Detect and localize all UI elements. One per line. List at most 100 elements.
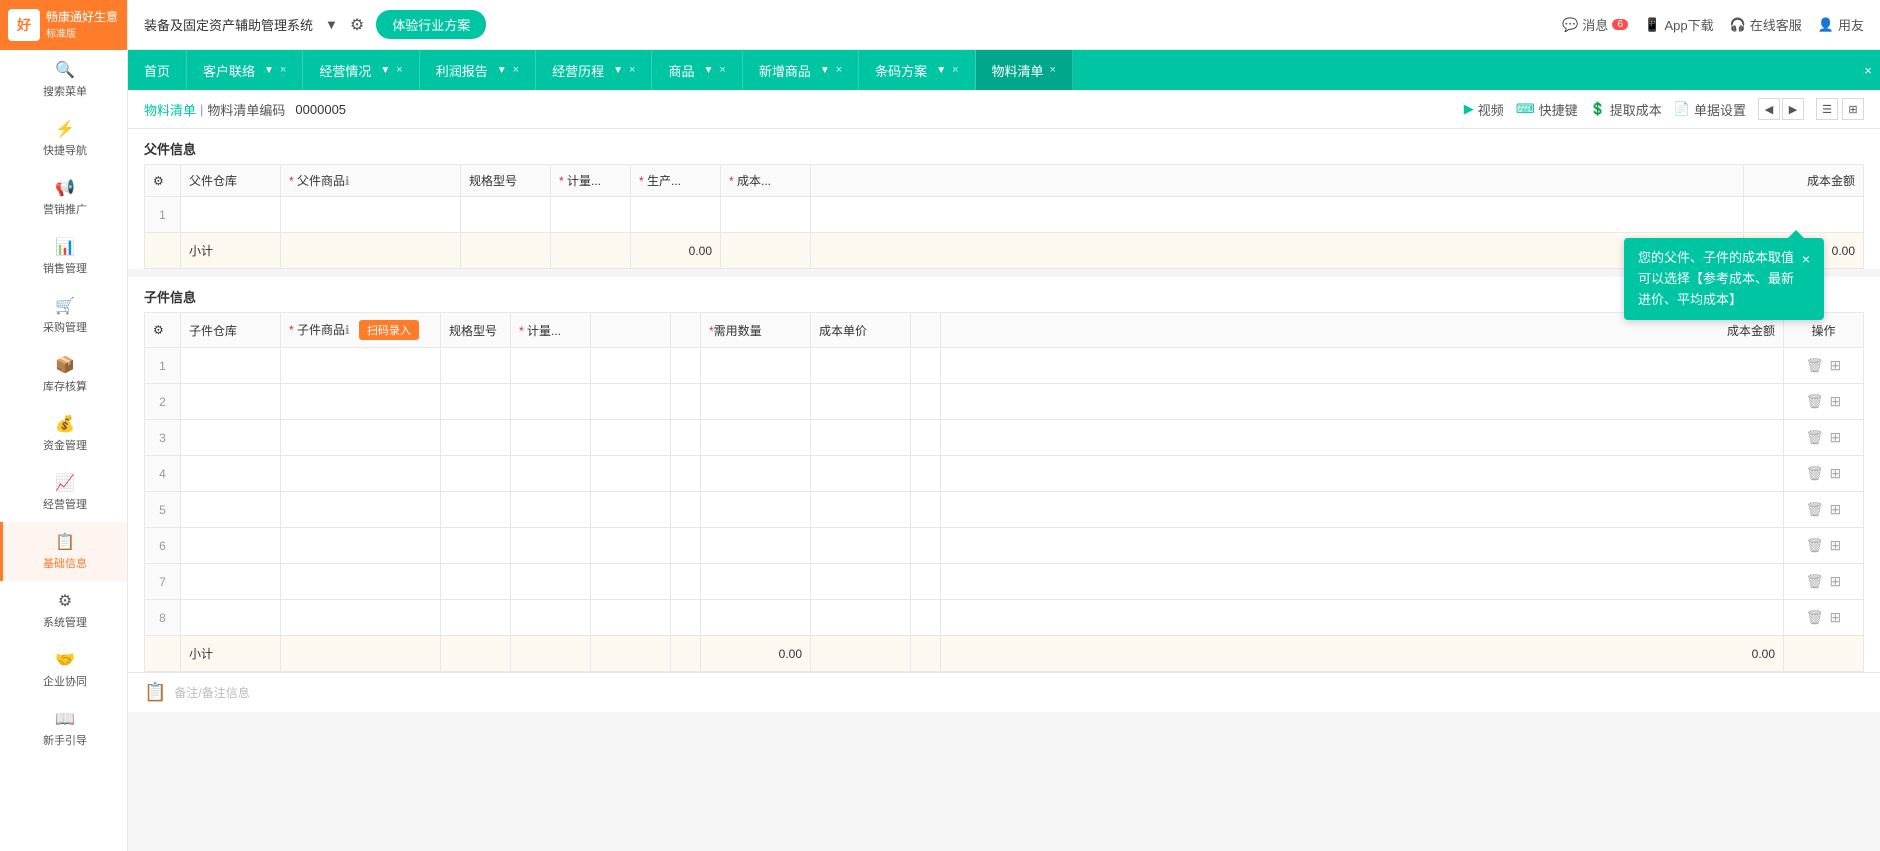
child-qty-cell-3[interactable]	[701, 420, 811, 456]
child-amount-cell-2[interactable]	[941, 384, 1784, 420]
user-action[interactable]: 👤 用友	[1818, 15, 1864, 34]
child-qty-cell-4[interactable]	[701, 456, 811, 492]
grid-view-btn[interactable]: ⊞	[1842, 98, 1864, 120]
child-unit-cell-2[interactable]	[511, 384, 591, 420]
action-shortcut[interactable]: ⌨ 快捷键	[1516, 100, 1578, 119]
tab-history-close[interactable]: ×	[629, 64, 635, 76]
child-qty-cell-6[interactable]	[701, 528, 811, 564]
child-warehouse-cell-6[interactable]	[181, 528, 281, 564]
delete-icon-7[interactable]: 🗑	[1806, 573, 1824, 590]
child-unit-cost-cell-3[interactable]	[811, 420, 911, 456]
delete-icon-5[interactable]: 🗑	[1806, 501, 1824, 518]
delete-icon-4[interactable]: 🗑	[1806, 465, 1824, 482]
child-product-cell-1[interactable]	[281, 348, 441, 384]
child-warehouse-cell-7[interactable]	[181, 564, 281, 600]
nav-prev-btn[interactable]: ◀	[1758, 98, 1780, 120]
child-unit-cell-8[interactable]	[511, 600, 591, 636]
copy-icon-7[interactable]: ⊞	[1830, 573, 1842, 590]
child-spec-cell-4[interactable]	[441, 456, 511, 492]
child-unit-cost-cell-7[interactable]	[811, 564, 911, 600]
child-spec-cell-3[interactable]	[441, 420, 511, 456]
messages-action[interactable]: 💬 消息 6	[1562, 15, 1628, 34]
delete-icon-6[interactable]: 🗑	[1806, 537, 1824, 554]
tab-new-product[interactable]: 新增商品 ▼ ×	[743, 50, 859, 90]
child-warehouse-cell-4[interactable]	[181, 456, 281, 492]
scan-button[interactable]: 扫码录入	[359, 320, 419, 340]
child-spec-cell-8[interactable]	[441, 600, 511, 636]
tab-products-close[interactable]: ×	[719, 64, 725, 76]
tab-operations-close[interactable]: ×	[396, 64, 402, 76]
sidebar-item-guide[interactable]: 📖 新手引导	[0, 699, 127, 758]
child-spec-cell-7[interactable]	[441, 564, 511, 600]
sidebar-item-marketing[interactable]: 📢 营销推广	[0, 168, 127, 227]
nav-next-btn[interactable]: ▶	[1782, 98, 1804, 120]
child-unit-cost-cell-2[interactable]	[811, 384, 911, 420]
copy-icon-3[interactable]: ⊞	[1830, 429, 1842, 446]
tab-history[interactable]: 经营历程 ▼ ×	[536, 50, 652, 90]
app-download-action[interactable]: 📱 App下载	[1644, 15, 1713, 34]
child-amount-cell-3[interactable]	[941, 420, 1784, 456]
tab-bom[interactable]: 物料清单 ×	[976, 50, 1073, 90]
parent-col-settings[interactable]: ⚙	[145, 165, 181, 197]
delete-icon-3[interactable]: 🗑	[1806, 429, 1824, 446]
copy-icon-6[interactable]: ⊞	[1830, 537, 1842, 554]
copy-icon-5[interactable]: ⊞	[1830, 501, 1842, 518]
parent-unit-cell[interactable]	[551, 197, 631, 233]
child-spec-cell-5[interactable]	[441, 492, 511, 528]
action-video[interactable]: ▶ 视频	[1464, 100, 1504, 119]
online-service-action[interactable]: 🎧 在线客服	[1730, 15, 1802, 34]
child-amount-cell-7[interactable]	[941, 564, 1784, 600]
sidebar-item-quick-nav[interactable]: ⚡ 快捷导航	[0, 109, 127, 168]
child-unit-cell-7[interactable]	[511, 564, 591, 600]
tab-new-product-close[interactable]: ×	[836, 64, 842, 76]
sidebar-item-cooperation[interactable]: 🤝 企业协同	[0, 640, 127, 699]
child-unit-cell-1[interactable]	[511, 348, 591, 384]
close-all-button[interactable]: ×	[1864, 63, 1880, 78]
child-spec-cell-6[interactable]	[441, 528, 511, 564]
child-product-cell-2[interactable]	[281, 384, 441, 420]
settings-icon[interactable]: ⚙	[350, 15, 364, 35]
child-unit-cost-cell-1[interactable]	[811, 348, 911, 384]
tab-operations[interactable]: 经营情况 ▼ ×	[303, 50, 419, 90]
child-qty-cell-5[interactable]	[701, 492, 811, 528]
child-amount-cell-5[interactable]	[941, 492, 1784, 528]
tab-customers[interactable]: 客户联络 ▼ ×	[187, 50, 303, 90]
child-amount-cell-6[interactable]	[941, 528, 1784, 564]
sidebar-item-search[interactable]: 🔍 搜索菜单	[0, 50, 127, 109]
list-view-btn[interactable]: ☰	[1816, 98, 1838, 120]
child-unit-cost-cell-6[interactable]	[811, 528, 911, 564]
action-settings[interactable]: 📄 单据设置	[1674, 100, 1746, 119]
parent-prod-cell[interactable]	[631, 197, 721, 233]
child-product-cell-6[interactable]	[281, 528, 441, 564]
copy-icon-8[interactable]: ⊞	[1830, 609, 1842, 626]
child-warehouse-cell-3[interactable]	[181, 420, 281, 456]
child-qty-cell-1[interactable]	[701, 348, 811, 384]
sidebar-item-system[interactable]: ⚙ 系统管理	[0, 581, 127, 640]
child-warehouse-cell-8[interactable]	[181, 600, 281, 636]
tab-customers-close[interactable]: ×	[280, 64, 286, 76]
child-product-cell-3[interactable]	[281, 420, 441, 456]
child-col-settings[interactable]: ⚙	[145, 313, 181, 348]
sidebar-item-sales[interactable]: 📊 销售管理	[0, 227, 127, 286]
breadcrumb-page[interactable]: 物料清单	[144, 100, 196, 119]
child-unit-cost-cell-8[interactable]	[811, 600, 911, 636]
parent-product-cell[interactable]	[281, 197, 461, 233]
sidebar-item-basic-info[interactable]: 📋 基础信息	[0, 522, 127, 581]
tab-products[interactable]: 商品 ▼ ×	[652, 50, 742, 90]
tooltip-close-button[interactable]: ×	[1802, 248, 1810, 270]
child-unit-cell-4[interactable]	[511, 456, 591, 492]
copy-icon-2[interactable]: ⊞	[1830, 393, 1842, 410]
sidebar-item-operations-mgr[interactable]: 📈 经营管理	[0, 463, 127, 522]
tab-bom-close[interactable]: ×	[1050, 64, 1056, 76]
child-unit-cell-5[interactable]	[511, 492, 591, 528]
child-spec-cell-2[interactable]	[441, 384, 511, 420]
copy-icon-1[interactable]: ⊞	[1830, 357, 1842, 374]
parent-warehouse-cell[interactable]	[181, 197, 281, 233]
sidebar-item-inventory[interactable]: 📦 库存核算	[0, 345, 127, 404]
child-unit-cell-3[interactable]	[511, 420, 591, 456]
parent-spec-cell[interactable]	[461, 197, 551, 233]
child-amount-cell-1[interactable]	[941, 348, 1784, 384]
parent-amount-cell[interactable]	[1744, 197, 1864, 233]
tab-profit[interactable]: 利润报告 ▼ ×	[420, 50, 536, 90]
child-amount-cell-8[interactable]	[941, 600, 1784, 636]
